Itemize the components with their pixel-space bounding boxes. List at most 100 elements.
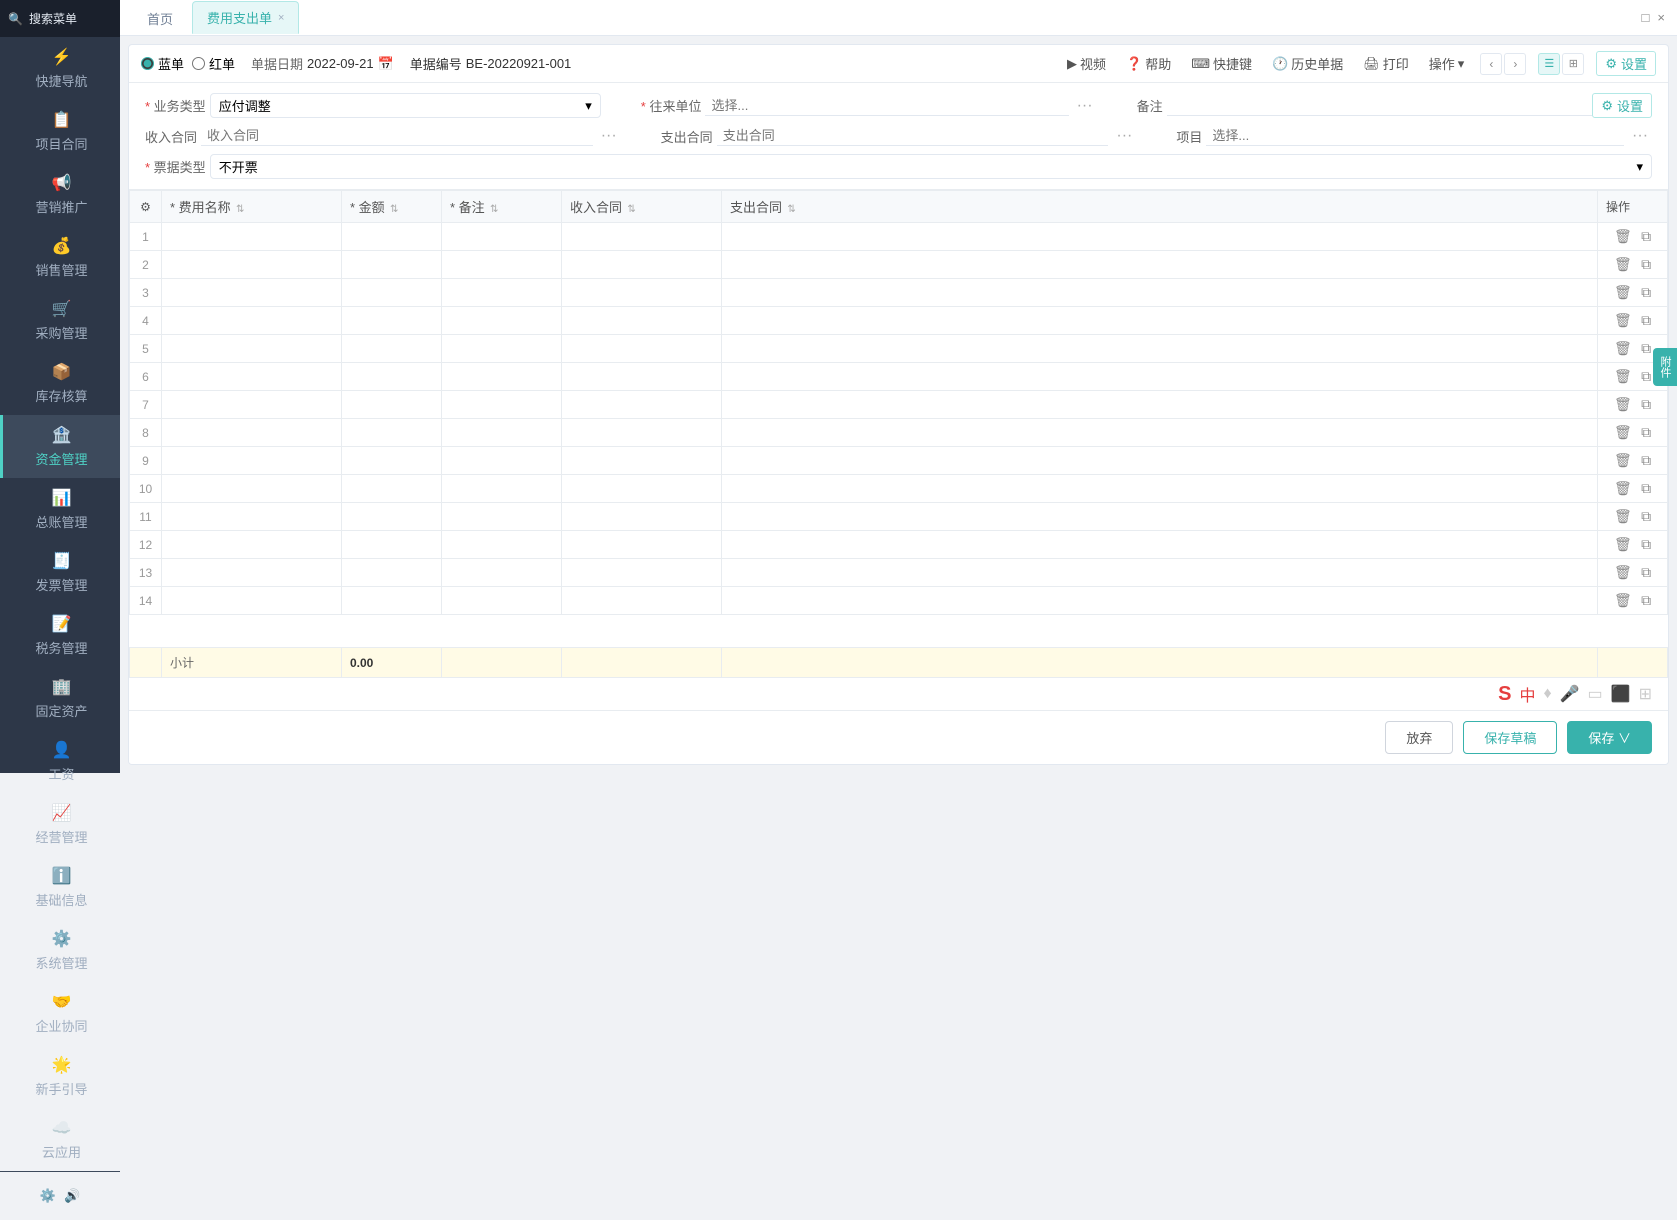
row-note-8[interactable]	[442, 419, 562, 447]
row-expense-14[interactable]	[722, 587, 1598, 615]
row-income-2[interactable]	[562, 251, 722, 279]
row-expense-12[interactable]	[722, 531, 1598, 559]
sidebar-item-capital[interactable]: 🏦 资金管理	[0, 415, 120, 478]
project-input[interactable]	[1206, 126, 1624, 146]
minimize-icon[interactable]: □	[1642, 10, 1650, 25]
sidebar-item-inventory[interactable]: 📦 库存核算	[0, 352, 120, 415]
row-copy-11[interactable]: ⧉	[1638, 507, 1654, 526]
row-name-3[interactable]	[162, 279, 342, 307]
row-note-12[interactable]	[442, 531, 562, 559]
row-name-12[interactable]	[162, 531, 342, 559]
row-expense-7[interactable]	[722, 391, 1598, 419]
sidebar-settings-btn[interactable]: ⚙️ 🔊	[0, 1180, 120, 1212]
row-note-11[interactable]	[442, 503, 562, 531]
row-income-14[interactable]	[562, 587, 722, 615]
row-delete-1[interactable]: 🗑	[1611, 227, 1635, 246]
row-expense-11[interactable]	[722, 503, 1598, 531]
partner-input[interactable]	[705, 96, 1068, 116]
row-delete-2[interactable]: 🗑	[1611, 255, 1635, 274]
row-copy-8[interactable]: ⧉	[1638, 423, 1654, 442]
row-income-1[interactable]	[562, 223, 722, 251]
sidebar-volume-btn[interactable]: 🔊	[64, 1188, 80, 1204]
row-note-3[interactable]	[442, 279, 562, 307]
row-note-14[interactable]	[442, 587, 562, 615]
row-copy-9[interactable]: ⧉	[1638, 451, 1654, 470]
row-income-3[interactable]	[562, 279, 722, 307]
row-delete-6[interactable]: 🗑	[1611, 367, 1635, 386]
row-amount-6[interactable]	[342, 363, 442, 391]
sidebar-item-project-contract[interactable]: 📋 项目合同	[0, 100, 120, 163]
row-copy-1[interactable]: ⧉	[1638, 227, 1654, 246]
row-name-4[interactable]	[162, 307, 342, 335]
row-name-7[interactable]	[162, 391, 342, 419]
row-name-11[interactable]	[162, 503, 342, 531]
row-income-8[interactable]	[562, 419, 722, 447]
row-name-14[interactable]	[162, 587, 342, 615]
row-expense-10[interactable]	[722, 475, 1598, 503]
sidebar-item-accounting[interactable]: 📊 总账管理	[0, 478, 120, 541]
partner-dots[interactable]: ···	[1073, 97, 1097, 115]
invoice-type-select[interactable]: 不开票 ▾	[210, 154, 1652, 179]
sidebar-item-salary[interactable]: 👤 工资	[0, 730, 120, 793]
row-copy-2[interactable]: ⧉	[1638, 255, 1654, 274]
row-amount-12[interactable]	[342, 531, 442, 559]
row-delete-14[interactable]: 🗑	[1611, 591, 1635, 610]
row-delete-11[interactable]: 🗑	[1611, 507, 1635, 526]
row-amount-5[interactable]	[342, 335, 442, 363]
prev-btn[interactable]: ‹	[1480, 53, 1502, 75]
save-button[interactable]: 保存 ∨	[1567, 721, 1652, 754]
row-copy-7[interactable]: ⧉	[1638, 395, 1654, 414]
row-expense-2[interactable]	[722, 251, 1598, 279]
row-note-9[interactable]	[442, 447, 562, 475]
row-name-1[interactable]	[162, 223, 342, 251]
row-note-7[interactable]	[442, 391, 562, 419]
row-name-13[interactable]	[162, 559, 342, 587]
row-delete-9[interactable]: 🗑	[1611, 451, 1635, 470]
save-draft-button[interactable]: 保存草稿	[1463, 721, 1557, 754]
sidebar-item-cooperation[interactable]: 🤝 企业协同	[0, 982, 120, 1045]
row-copy-10[interactable]: ⧉	[1638, 479, 1654, 498]
row-copy-4[interactable]: ⧉	[1638, 311, 1654, 330]
row-amount-10[interactable]	[342, 475, 442, 503]
print-btn[interactable]: 🖨 打印	[1359, 52, 1413, 75]
col-income[interactable]: 收入合同 ⇅	[562, 191, 722, 223]
abandon-button[interactable]: 放弃	[1385, 721, 1453, 754]
row-delete-3[interactable]: 🗑	[1611, 283, 1635, 302]
row-name-6[interactable]	[162, 363, 342, 391]
row-delete-13[interactable]: 🗑	[1611, 563, 1635, 582]
expense-contract-input[interactable]	[717, 126, 1109, 146]
calendar-icon[interactable]: 📅	[378, 56, 394, 72]
sidebar-item-new-guide[interactable]: 🌟 新手引导	[0, 1045, 120, 1108]
col-expense[interactable]: 支出合同 ⇅	[722, 191, 1598, 223]
sidebar-item-operations[interactable]: 📈 经营管理	[0, 793, 120, 856]
income-contract-dots[interactable]: ···	[597, 127, 621, 145]
attachment-tab[interactable]: 附件	[1653, 348, 1677, 386]
row-income-13[interactable]	[562, 559, 722, 587]
sidebar-item-invoice[interactable]: 🧾 发票管理	[0, 541, 120, 604]
row-income-5[interactable]	[562, 335, 722, 363]
remark-input[interactable]	[1167, 96, 1593, 116]
row-copy-3[interactable]: ⧉	[1638, 283, 1654, 302]
help-btn[interactable]: ❓ 帮助	[1122, 52, 1175, 75]
sidebar-item-marketing[interactable]: 📢 营销推广	[0, 163, 120, 226]
grid-view-btn[interactable]: ⊞	[1562, 53, 1584, 75]
project-dots[interactable]: ···	[1628, 127, 1652, 145]
row-copy-5[interactable]: ⧉	[1638, 339, 1654, 358]
row-income-7[interactable]	[562, 391, 722, 419]
row-copy-6[interactable]: ⧉	[1638, 367, 1654, 386]
close-icon[interactable]: ×	[1657, 10, 1665, 25]
row-name-9[interactable]	[162, 447, 342, 475]
sidebar-item-tax[interactable]: 📝 税务管理	[0, 604, 120, 667]
row-expense-9[interactable]	[722, 447, 1598, 475]
form-set-button[interactable]: ⚙ 设置	[1592, 93, 1652, 118]
row-delete-10[interactable]: 🗑	[1611, 479, 1635, 498]
row-expense-13[interactable]	[722, 559, 1598, 587]
shortcut-btn[interactable]: ⌨ 快捷键	[1187, 52, 1256, 75]
row-amount-9[interactable]	[342, 447, 442, 475]
row-name-2[interactable]	[162, 251, 342, 279]
row-note-4[interactable]	[442, 307, 562, 335]
row-delete-5[interactable]: 🗑	[1611, 339, 1635, 358]
row-expense-4[interactable]	[722, 307, 1598, 335]
row-amount-13[interactable]	[342, 559, 442, 587]
row-income-4[interactable]	[562, 307, 722, 335]
